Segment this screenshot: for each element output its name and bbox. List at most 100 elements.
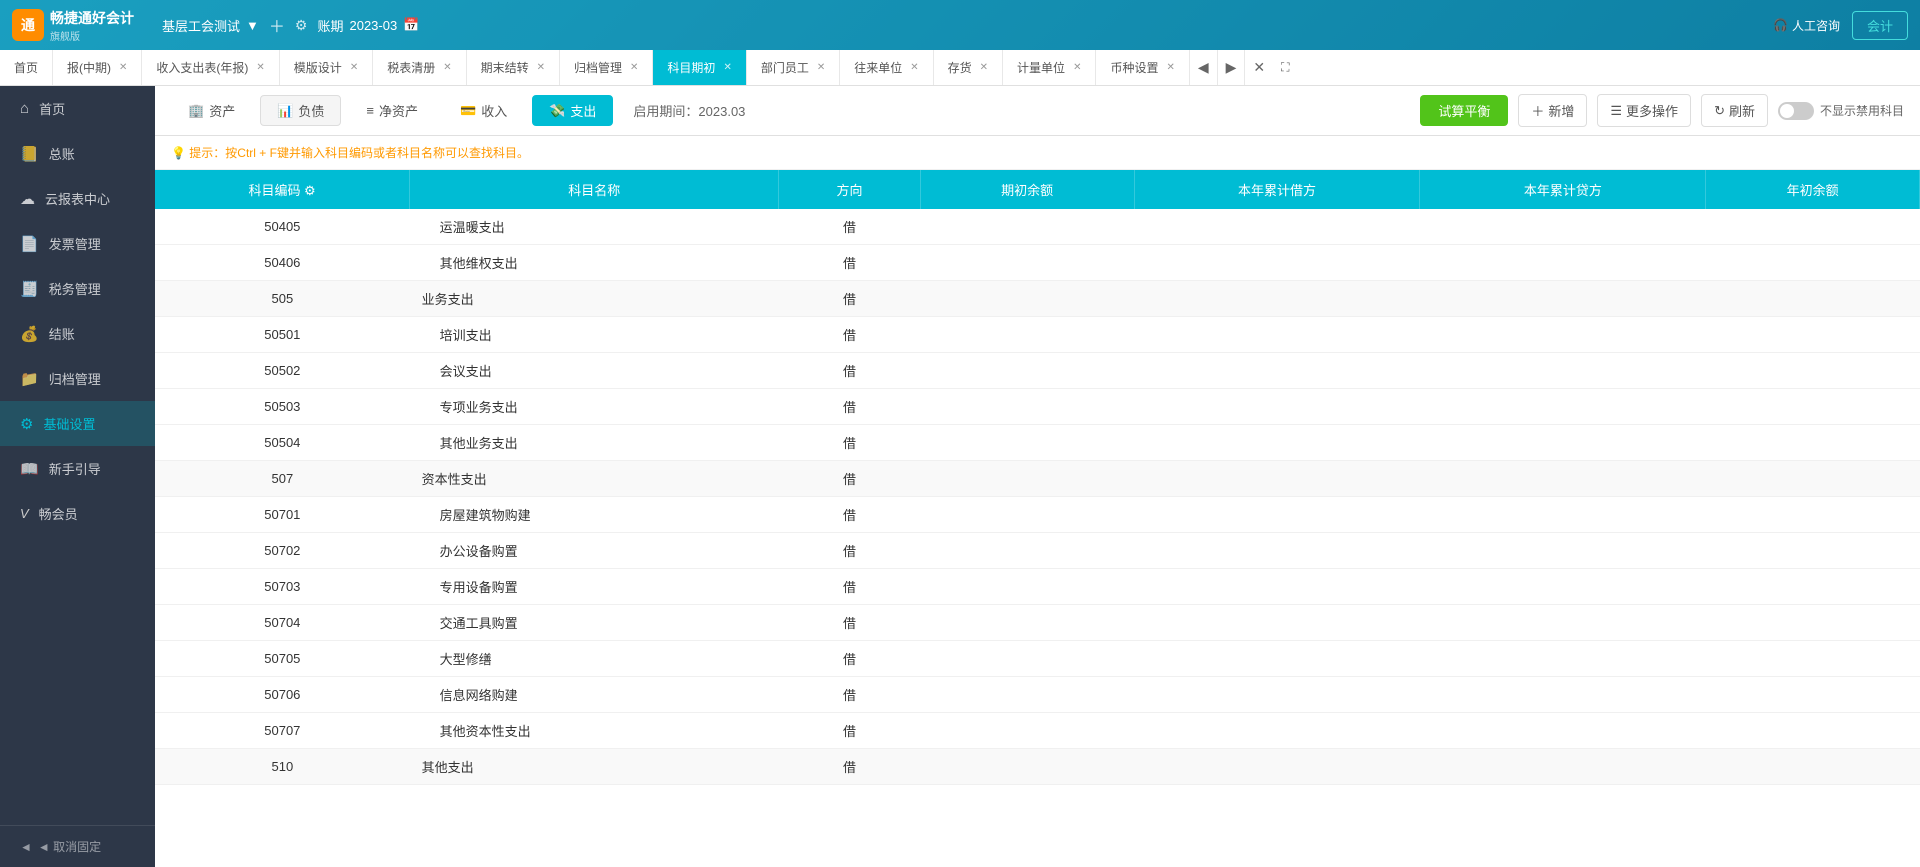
more-operations-btn[interactable]: ☰ 更多操作 bbox=[1597, 94, 1691, 127]
tab-close-icon[interactable]: ✕ bbox=[630, 62, 638, 73]
table-row[interactable]: 50706 信息网络购建 借 bbox=[155, 677, 1920, 713]
disable-toggle[interactable]: 不显示禁用科目 bbox=[1778, 102, 1904, 120]
tab-unit[interactable]: 计量单位 ✕ bbox=[1003, 50, 1096, 86]
tab-label: 存货 bbox=[948, 59, 972, 76]
sidebar-item-cloud-report[interactable]: ☁ 云报表中心 bbox=[0, 176, 155, 221]
table-row[interactable]: 50707 其他资本性支出 借 bbox=[155, 713, 1920, 749]
table-row[interactable]: 50502 会议支出 借 bbox=[155, 353, 1920, 389]
sidebar-item-tax[interactable]: 🧾 税务管理 bbox=[0, 266, 155, 311]
tab-close-icon[interactable]: ✕ bbox=[980, 62, 988, 73]
table-row[interactable]: 50703 专用设备购置 借 bbox=[155, 569, 1920, 605]
sub-tab-income[interactable]: 💳 收入 bbox=[443, 95, 524, 126]
tab-home[interactable]: 首页 bbox=[0, 50, 53, 86]
cell-ytd-credit bbox=[1420, 281, 1706, 317]
settings-icon: ⚙ bbox=[20, 415, 33, 433]
tab-close-icon[interactable]: ✕ bbox=[723, 62, 731, 73]
cell-direction: 借 bbox=[779, 713, 921, 749]
cell-code: 50406 bbox=[155, 245, 410, 281]
tab-close-icon[interactable]: ✕ bbox=[817, 62, 825, 73]
equity-icon: ≡ bbox=[366, 103, 374, 118]
table-row[interactable]: 510 其他支出 借 bbox=[155, 749, 1920, 785]
sidebar-item-settings[interactable]: ⚙ 基础设置 bbox=[0, 401, 155, 446]
tab-close-icon[interactable]: ✕ bbox=[1073, 62, 1081, 73]
table-row[interactable]: 50504 其他业务支出 借 bbox=[155, 425, 1920, 461]
sidebar-item-invoice[interactable]: 📄 发票管理 bbox=[0, 221, 155, 266]
table-row[interactable]: 50701 房屋建筑物购建 借 bbox=[155, 497, 1920, 533]
cell-ytd-credit bbox=[1420, 389, 1706, 425]
settings-icon[interactable]: ⚙ bbox=[295, 17, 308, 34]
tab-template[interactable]: 模版设计 ✕ bbox=[280, 50, 373, 86]
sidebar-collapse-btn[interactable]: ◄ ◄ 取消固定 bbox=[0, 825, 155, 867]
cell-ytd-debit bbox=[1134, 389, 1420, 425]
sidebar-item-member[interactable]: V 畅会员 bbox=[0, 491, 155, 536]
cell-ytd-debit bbox=[1134, 425, 1420, 461]
tab-report-mid[interactable]: 报(中期) ✕ bbox=[53, 50, 142, 86]
add-btn[interactable]: ＋ ＋ 新增 新增 bbox=[1518, 94, 1587, 127]
sidebar-item-guide[interactable]: 📖 新手引导 bbox=[0, 446, 155, 491]
collapse-label: ◄ 取消固定 bbox=[38, 838, 101, 855]
cell-code: 50405 bbox=[155, 209, 410, 245]
sidebar-item-archive[interactable]: 📁 归档管理 bbox=[0, 356, 155, 401]
cell-name: 资本性支出 bbox=[410, 461, 779, 497]
tab-tax-clear[interactable]: 税表清册 ✕ bbox=[373, 50, 466, 86]
customer-service-btn[interactable]: 🎧 人工咨询 bbox=[1773, 17, 1840, 34]
sidebar-item-home[interactable]: ⌂ 首页 bbox=[0, 86, 155, 131]
tab-close-icon[interactable]: ✕ bbox=[910, 62, 918, 73]
tab-next-btn[interactable]: ▶ bbox=[1218, 50, 1246, 86]
table-row[interactable]: 50405 运温暖支出 借 bbox=[155, 209, 1920, 245]
table-row[interactable]: 505 业务支出 借 bbox=[155, 281, 1920, 317]
sidebar-label: 基础设置 bbox=[43, 414, 95, 433]
table-row[interactable]: 50406 其他维权支出 借 bbox=[155, 245, 1920, 281]
cell-direction: 借 bbox=[779, 749, 921, 785]
tab-close-icon[interactable]: ✕ bbox=[1166, 62, 1174, 73]
sub-tab-equity[interactable]: ≡ 净资产 bbox=[349, 95, 435, 126]
tab-contacts[interactable]: 往来单位 ✕ bbox=[840, 50, 933, 86]
cell-ytd-credit bbox=[1420, 245, 1706, 281]
tab-maximize-btn[interactable]: ⛶ bbox=[1273, 50, 1297, 86]
toggle-track[interactable] bbox=[1778, 102, 1814, 120]
cell-ytd-credit bbox=[1420, 569, 1706, 605]
accounting-mode-btn[interactable]: 会计 bbox=[1852, 11, 1908, 40]
tab-close-icon[interactable]: ✕ bbox=[350, 62, 358, 73]
cell-ytd-debit bbox=[1134, 641, 1420, 677]
table-row[interactable]: 50705 大型修缮 借 bbox=[155, 641, 1920, 677]
balance-calc-btn[interactable]: 试算平衡 bbox=[1420, 95, 1508, 126]
tab-period-end[interactable]: 期末结转 ✕ bbox=[467, 50, 560, 86]
tab-archive[interactable]: 归档管理 ✕ bbox=[560, 50, 653, 86]
tab-income-annual[interactable]: 收入支出表(年报) ✕ bbox=[142, 50, 279, 86]
cell-year-opening bbox=[1706, 605, 1920, 641]
sidebar-item-closing[interactable]: 💰 结账 bbox=[0, 311, 155, 356]
table-row[interactable]: 50503 专项业务支出 借 bbox=[155, 389, 1920, 425]
tab-close-icon[interactable]: ✕ bbox=[119, 62, 127, 73]
tab-inventory[interactable]: 存货 ✕ bbox=[934, 50, 1003, 86]
table-row[interactable]: 50702 办公设备购置 借 bbox=[155, 533, 1920, 569]
cell-ytd-credit bbox=[1420, 533, 1706, 569]
sub-tab-expenditure[interactable]: 💸 支出 bbox=[532, 95, 613, 126]
company-selector[interactable]: 基层工会测试 ▼ ＋ ⚙ bbox=[162, 13, 307, 37]
cell-name: 其他资本性支出 bbox=[410, 713, 779, 749]
cloud-icon: ☁ bbox=[20, 190, 35, 208]
table-row[interactable]: 50501 培训支出 借 bbox=[155, 317, 1920, 353]
sidebar-label: 结账 bbox=[49, 324, 75, 343]
tab-subject-init[interactable]: 科目期初 ✕ bbox=[653, 50, 746, 86]
tab-close-icon[interactable]: ✕ bbox=[443, 62, 451, 73]
tab-close-icon[interactable]: ✕ bbox=[256, 62, 264, 73]
tab-close-all-btn[interactable]: ✕ bbox=[1245, 50, 1273, 86]
archive-icon: 📁 bbox=[20, 370, 39, 388]
logo-text: 畅捷通好会计 旗舰版 bbox=[50, 8, 134, 43]
tab-currency[interactable]: 币种设置 ✕ bbox=[1096, 50, 1189, 86]
refresh-btn[interactable]: ↻ 刷新 bbox=[1701, 94, 1768, 127]
calendar-icon[interactable]: 📅 bbox=[403, 17, 419, 33]
table-row[interactable]: 50704 交通工具购置 借 bbox=[155, 605, 1920, 641]
main-layout: ⌂ 首页 📒 总账 ☁ 云报表中心 📄 发票管理 🧾 税务管理 💰 结账 📁 归… bbox=[0, 86, 1920, 867]
cell-direction: 借 bbox=[779, 641, 921, 677]
add-company-icon[interactable]: ＋ bbox=[269, 13, 285, 37]
sidebar-item-ledger[interactable]: 📒 总账 bbox=[0, 131, 155, 176]
sub-tab-liability[interactable]: 📊 负债 bbox=[260, 95, 341, 126]
cell-direction: 借 bbox=[779, 425, 921, 461]
sub-tab-asset[interactable]: 🏢 资产 bbox=[171, 95, 252, 126]
tab-close-icon[interactable]: ✕ bbox=[537, 62, 545, 73]
table-row[interactable]: 507 资本性支出 借 bbox=[155, 461, 1920, 497]
tab-prev-btn[interactable]: ◀ bbox=[1190, 50, 1218, 86]
tab-dept-staff[interactable]: 部门员工 ✕ bbox=[747, 50, 840, 86]
